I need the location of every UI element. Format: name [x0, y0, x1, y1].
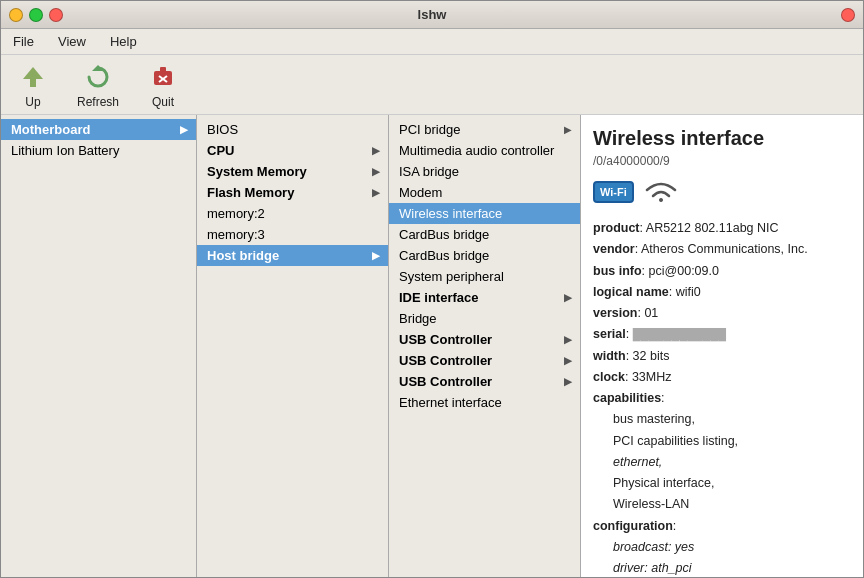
up-icon	[17, 61, 49, 93]
up-button[interactable]: Up	[9, 57, 57, 113]
list-item-ide[interactable]: IDE interface ▶	[389, 287, 580, 308]
usb2-arrow: ▶	[564, 355, 572, 366]
toolbar: Up Refresh Quit	[1, 55, 863, 115]
window-title: lshw	[418, 7, 447, 22]
hostbridge-arrow: ▶	[372, 250, 380, 261]
cap-2: ethernet,	[613, 452, 851, 473]
list-item-system-peripheral[interactable]: System peripheral	[389, 266, 580, 287]
minimize-button[interactable]	[9, 8, 23, 22]
list-item-bridge[interactable]: Bridge	[389, 308, 580, 329]
flash-arrow: ▶	[372, 187, 380, 198]
detail-clock-row: clock: 33MHz	[593, 367, 851, 388]
list-item-wireless[interactable]: Wireless interface	[389, 203, 580, 224]
panel-components: BIOS CPU ▶ System Memory ▶ Flash Memory …	[197, 115, 389, 577]
detail-configuration-label: configuration:	[593, 516, 851, 537]
battery-label: Lithium Ion Battery	[11, 143, 119, 158]
cfg-driver: driver: ath_pci	[613, 558, 851, 577]
wifi-icon-area: Wi-Fi	[593, 178, 851, 206]
cap-0: bus mastering,	[613, 409, 851, 430]
menu-view[interactable]: View	[54, 32, 90, 51]
detail-capabilities-label: capabilities:	[593, 388, 851, 409]
sidebar-item-motherboard[interactable]: Motherboard ▶	[1, 119, 196, 140]
detail-title: Wireless interface	[593, 127, 851, 150]
cfg-broadcast: broadcast: yes	[613, 537, 851, 558]
menu-file[interactable]: File	[9, 32, 38, 51]
svg-marker-1	[23, 67, 43, 79]
detail-serial-row: serial: ████████████	[593, 324, 851, 345]
list-item-cpu[interactable]: CPU ▶	[197, 140, 388, 161]
list-item-memory2[interactable]: memory:2	[197, 203, 388, 224]
cap-4: Wireless-LAN	[613, 494, 851, 515]
menu-help[interactable]: Help	[106, 32, 141, 51]
main-window: lshw File View Help Up Refre	[0, 0, 864, 578]
panel-pci-devices: PCI bridge ▶ Multimedia audio controller…	[389, 115, 581, 577]
list-item-pci-bridge[interactable]: PCI bridge ▶	[389, 119, 580, 140]
titlebar-buttons	[9, 8, 63, 22]
serial-redacted: ████████████	[633, 328, 727, 340]
maximize-button[interactable]	[29, 8, 43, 22]
list-item-isa-bridge[interactable]: ISA bridge	[389, 161, 580, 182]
list-item-memory3[interactable]: memory:3	[197, 224, 388, 245]
usb3-arrow: ▶	[564, 376, 572, 387]
refresh-button[interactable]: Refresh	[69, 57, 127, 113]
list-item-usb-3[interactable]: USB Controller ▶	[389, 371, 580, 392]
menubar: File View Help	[1, 29, 863, 55]
list-item-cardbus-2[interactable]: CardBus bridge	[389, 245, 580, 266]
list-item-system-memory[interactable]: System Memory ▶	[197, 161, 388, 182]
list-item-usb-2[interactable]: USB Controller ▶	[389, 350, 580, 371]
detail-vendor-row: vendor: Atheros Communications, Inc.	[593, 239, 851, 260]
cap-1: PCI capabilities listing,	[613, 431, 851, 452]
titlebar: lshw	[1, 1, 863, 29]
list-item-modem[interactable]: Modem	[389, 182, 580, 203]
detail-version-row: version: 01	[593, 303, 851, 324]
svg-rect-4	[160, 67, 166, 75]
wifi-badge: Wi-Fi	[593, 181, 634, 203]
quit-label: Quit	[152, 95, 174, 109]
detail-path: /0/a4000000/9	[593, 154, 851, 168]
content-area: Motherboard ▶ Lithium Ion Battery BIOS C…	[1, 115, 863, 577]
usb1-arrow: ▶	[564, 334, 572, 345]
list-item-cardbus-1[interactable]: CardBus bridge	[389, 224, 580, 245]
cap-3: Physical interface,	[613, 473, 851, 494]
ide-arrow: ▶	[564, 292, 572, 303]
list-item-flash-memory[interactable]: Flash Memory ▶	[197, 182, 388, 203]
detail-logicalname-row: logical name: wifi0	[593, 282, 851, 303]
list-item-host-bridge[interactable]: Host bridge ▶	[197, 245, 388, 266]
panel-motherboard: Motherboard ▶ Lithium Ion Battery	[1, 115, 197, 577]
quit-icon	[147, 61, 179, 93]
motherboard-label: Motherboard	[11, 122, 90, 137]
refresh-label: Refresh	[77, 95, 119, 109]
wifi-signal-icon	[642, 178, 680, 206]
list-item-ethernet[interactable]: Ethernet interface	[389, 392, 580, 413]
detail-panel: Wireless interface /0/a4000000/9 Wi-Fi p…	[581, 115, 863, 577]
quit-button[interactable]: Quit	[139, 57, 187, 113]
motherboard-arrow: ▶	[180, 124, 188, 135]
close-button-left[interactable]	[49, 8, 63, 22]
cpu-arrow: ▶	[372, 145, 380, 156]
list-item-bios[interactable]: BIOS	[197, 119, 388, 140]
pci-bridge-arrow: ▶	[564, 124, 572, 135]
detail-businfo-row: bus info: pci@00:09.0	[593, 261, 851, 282]
detail-width-row: width: 32 bits	[593, 346, 851, 367]
list-item-usb-1[interactable]: USB Controller ▶	[389, 329, 580, 350]
detail-configuration-values: broadcast: yes driver: ath_pci driverver…	[593, 537, 851, 577]
detail-capabilities-values: bus mastering, PCI capabilities listing,…	[593, 409, 851, 515]
sysmem-arrow: ▶	[372, 166, 380, 177]
sidebar-item-battery[interactable]: Lithium Ion Battery	[1, 140, 196, 161]
list-item-multimedia-audio[interactable]: Multimedia audio controller	[389, 140, 580, 161]
close-button-right[interactable]	[841, 8, 855, 22]
up-label: Up	[25, 95, 40, 109]
refresh-icon	[82, 61, 114, 93]
detail-product-row: product: AR5212 802.11abg NIC	[593, 218, 851, 239]
